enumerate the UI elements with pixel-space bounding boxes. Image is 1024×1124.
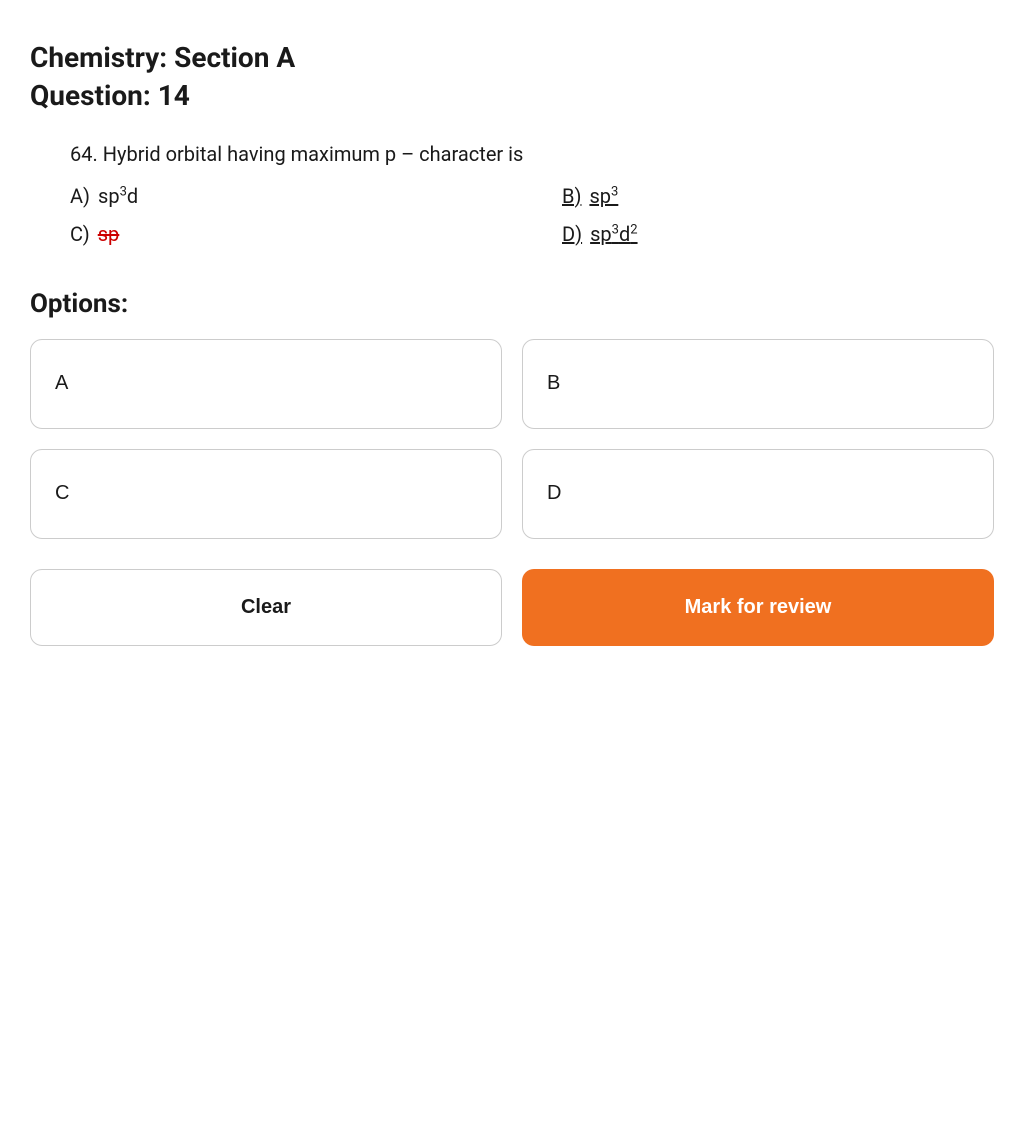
option-text-d: sp3d2 (590, 219, 637, 249)
option-text-c: sp (98, 219, 120, 249)
option-text-b: sp3 (589, 181, 618, 211)
answer-button-a[interactable]: A (30, 339, 502, 429)
section-title: Chemistry: Section A (30, 40, 994, 76)
answer-button-b[interactable]: B (522, 339, 994, 429)
option-label-c: C) (70, 219, 90, 249)
question-title: Question: 14 (30, 78, 994, 114)
option-label-a: A) (70, 181, 90, 211)
question-number: 64. (70, 142, 98, 166)
question-options-grid: A) sp3d B) sp3 C) sp D) sp3d2 (70, 181, 994, 249)
question-text: Hybrid orbital having maximum p – charac… (103, 142, 524, 166)
question-option-b: B) sp3 (562, 181, 994, 211)
option-text-a: sp3d (98, 181, 138, 211)
clear-button[interactable]: Clear (30, 569, 502, 646)
action-buttons-row: Clear Mark for review (30, 569, 994, 646)
question-option-a: A) sp3d (70, 181, 502, 211)
mark-review-button[interactable]: Mark for review (522, 569, 994, 646)
answer-button-c[interactable]: C (30, 449, 502, 539)
question-option-d: D) sp3d2 (562, 219, 994, 249)
options-label: Options: (30, 289, 994, 319)
answer-button-d[interactable]: D (522, 449, 994, 539)
page-header: Chemistry: Section A Question: 14 (30, 40, 994, 115)
answer-buttons-grid: A B C D (30, 339, 994, 539)
option-label-b: B) (562, 181, 581, 211)
options-section: Options: A B C D (30, 289, 994, 539)
question-option-c: C) sp (70, 219, 502, 249)
option-label-d: D) (562, 219, 582, 249)
question-body: 64. Hybrid orbital having maximum p – ch… (70, 139, 994, 249)
